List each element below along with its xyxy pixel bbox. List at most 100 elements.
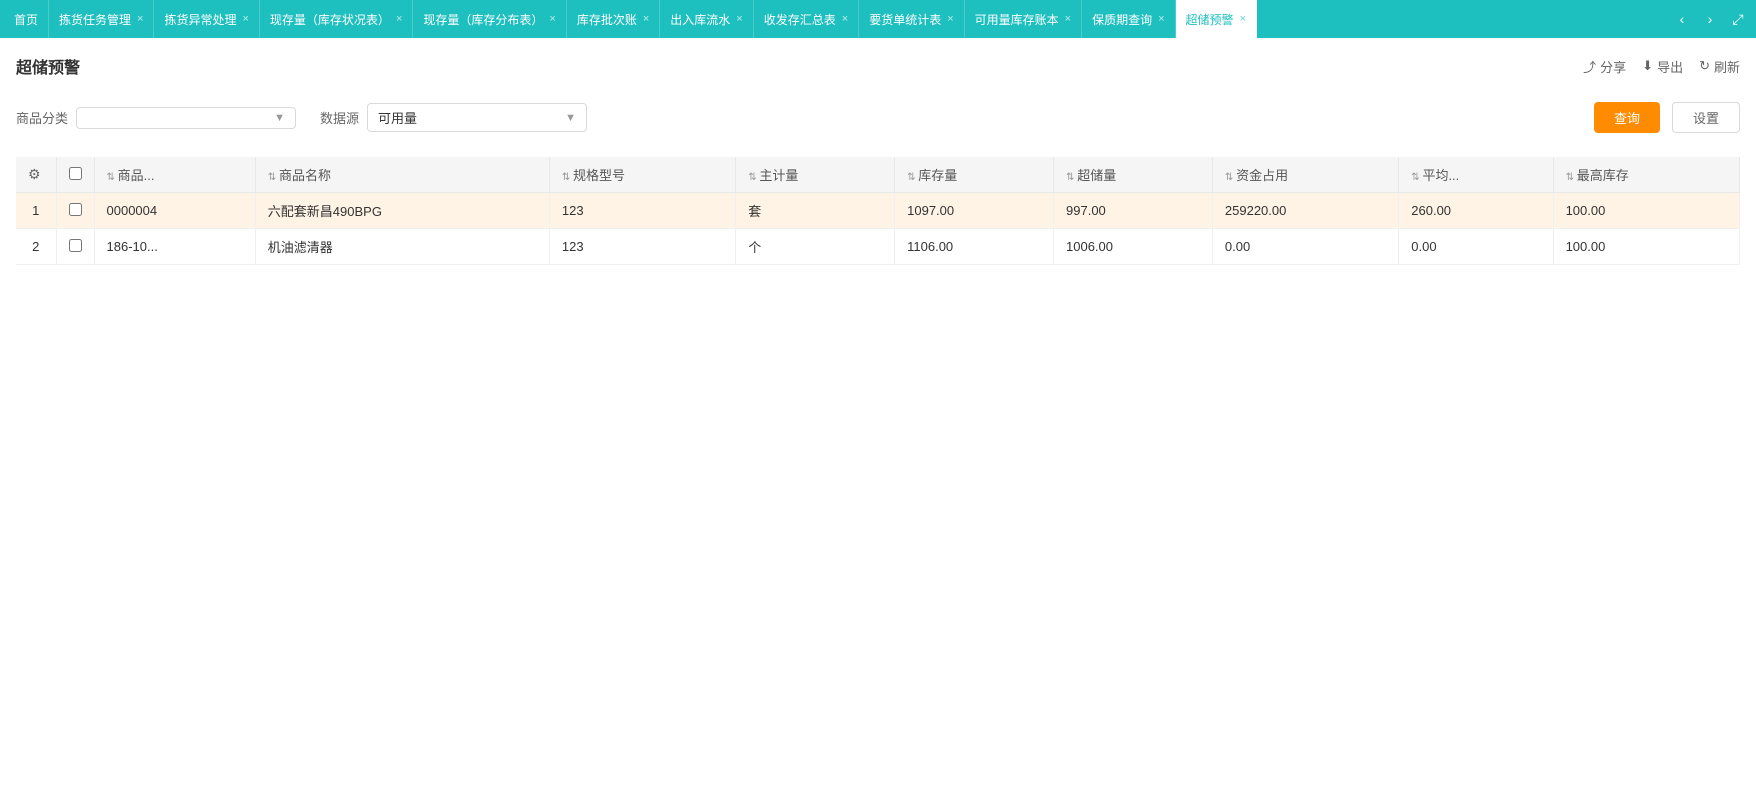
row-unit: 套 <box>736 193 895 229</box>
close-icon[interactable]: × <box>1065 13 1071 25</box>
close-icon[interactable]: × <box>947 13 953 25</box>
nav-tab-overstock[interactable]: 超储预警 × <box>1176 0 1257 38</box>
query-button[interactable]: 查询 <box>1594 102 1660 133</box>
header-actions: ⤴ 分享 ⬇ 导出 ↻ 刷新 <box>1583 57 1740 76</box>
column-product-name[interactable]: ⇅ 商品名称 <box>255 157 549 193</box>
nav-prev-button[interactable]: ‹ <box>1668 0 1696 38</box>
row-product-name: 机油滤清器 <box>255 229 549 265</box>
nav-tab-stock-batch[interactable]: 库存批次账 × <box>567 0 660 38</box>
nav-expand-button[interactable]: ⤢ <box>1724 0 1752 38</box>
row-checkbox[interactable] <box>69 239 82 252</box>
row-unit: 个 <box>736 229 895 265</box>
category-select[interactable]: ▼ <box>76 107 296 129</box>
row-avg: 0.00 <box>1399 229 1553 265</box>
page-header: 超储预警 ⤴ 分享 ⬇ 导出 ↻ 刷新 <box>16 54 1740 78</box>
row-product-name: 六配套新昌490BPG <box>255 193 549 229</box>
column-spec[interactable]: ⇅ 规格型号 <box>549 157 735 193</box>
nav-tab-summary[interactable]: 收发存汇总表 × <box>754 0 859 38</box>
share-button[interactable]: ⤴ 分享 <box>1583 57 1626 76</box>
nav-tab-stock-status[interactable]: 现存量（库存状况表） × <box>260 0 413 38</box>
table-row: 1 0000004 六配套新昌490BPG 123 套 1097.00 997.… <box>16 193 1740 229</box>
row-spec: 123 <box>549 229 735 265</box>
row-capital: 259220.00 <box>1212 193 1398 229</box>
close-icon[interactable]: × <box>137 13 143 25</box>
row-spec: 123 <box>549 193 735 229</box>
column-product-code[interactable]: ⇅ 商品... <box>94 157 255 193</box>
row-overstock: 997.00 <box>1054 193 1213 229</box>
row-checkbox[interactable] <box>69 203 82 216</box>
row-product-code: 0000004 <box>94 193 255 229</box>
sort-icon: ⇅ <box>907 172 918 183</box>
nav-tab-expiry[interactable]: 保质期查询 × <box>1082 0 1175 38</box>
datasource-label: 数据源 <box>320 108 359 127</box>
chevron-down-icon: ▼ <box>274 112 285 124</box>
close-icon[interactable]: × <box>842 13 848 25</box>
filter-actions: 查询 设置 <box>1594 102 1740 133</box>
column-max-stock[interactable]: ⇅ 最高库存 <box>1553 157 1739 193</box>
table-row: 2 186-10... 机油滤清器 123 个 1106.00 1006.00 … <box>16 229 1740 265</box>
column-overstock[interactable]: ⇅ 超储量 <box>1054 157 1213 193</box>
column-unit[interactable]: ⇅ 主计量 <box>736 157 895 193</box>
row-checkbox-cell <box>56 229 94 265</box>
nav-tab-order-stats[interactable]: 要货单统计表 × <box>859 0 964 38</box>
column-settings: ⚙ <box>16 157 56 193</box>
datasource-value: 可用量 <box>378 108 417 127</box>
sort-icon: ⇅ <box>1225 172 1236 183</box>
row-avg: 260.00 <box>1399 193 1553 229</box>
nav-arrows: ‹ › ⤢ <box>1668 0 1752 38</box>
page-content: 超储预警 ⤴ 分享 ⬇ 导出 ↻ 刷新 商品分类 ▼ 数据源 <box>0 38 1756 281</box>
close-icon[interactable]: × <box>549 13 555 25</box>
nav-tab-flow[interactable]: 出入库流水 × <box>660 0 753 38</box>
category-label: 商品分类 <box>16 108 68 127</box>
select-all-checkbox[interactable] <box>69 167 82 180</box>
column-avg[interactable]: ⇅ 平均... <box>1399 157 1553 193</box>
column-settings-button[interactable]: ⚙ <box>28 166 41 183</box>
sort-icon: ⇅ <box>1411 172 1422 183</box>
close-icon[interactable]: × <box>643 13 649 25</box>
sort-icon: ⇅ <box>268 172 279 183</box>
nav-tab-stock-dist[interactable]: 现存量（库存分布表） × <box>413 0 566 38</box>
row-stock: 1106.00 <box>895 229 1054 265</box>
row-number: 1 <box>16 193 56 229</box>
row-overstock: 1006.00 <box>1054 229 1213 265</box>
sort-icon: ⇅ <box>1566 172 1577 183</box>
chevron-down-icon: ▼ <box>565 112 576 124</box>
close-icon[interactable]: × <box>396 13 402 25</box>
row-product-code: 186-10... <box>94 229 255 265</box>
row-max-stock: 100.00 <box>1553 193 1739 229</box>
export-button[interactable]: ⬇ 导出 <box>1642 57 1683 76</box>
nav-tab-available-stock[interactable]: 可用量库存账本 × <box>965 0 1082 38</box>
row-max-stock: 100.00 <box>1553 229 1739 265</box>
nav-tab-pick-exception[interactable]: 拣货异常处理 × <box>154 0 259 38</box>
filter-row: 商品分类 ▼ 数据源 可用量 ▼ 查询 设置 <box>16 94 1740 141</box>
settings-button[interactable]: 设置 <box>1672 102 1740 133</box>
share-icon: ⤴ <box>1583 57 1596 76</box>
column-capital[interactable]: ⇅ 资金占用 <box>1212 157 1398 193</box>
table-header-row: ⚙ ⇅ 商品... ⇅ 商品名称 ⇅ 规格型号 ⇅ <box>16 157 1740 193</box>
row-capital: 0.00 <box>1212 229 1398 265</box>
column-stock[interactable]: ⇅ 库存量 <box>895 157 1054 193</box>
sort-icon: ⇅ <box>748 172 759 183</box>
close-icon[interactable]: × <box>1158 13 1164 25</box>
column-checkbox <box>56 157 94 193</box>
sort-icon: ⇅ <box>562 172 573 183</box>
nav-next-button[interactable]: › <box>1696 0 1724 38</box>
close-icon[interactable]: × <box>1240 13 1246 25</box>
export-icon: ⬇ <box>1642 58 1653 74</box>
nav-tab-home[interactable]: 首页 <box>4 0 49 38</box>
nav-tab-pick-task[interactable]: 拣货任务管理 × <box>49 0 154 38</box>
category-filter: 商品分类 ▼ <box>16 107 296 129</box>
datasource-select[interactable]: 可用量 ▼ <box>367 103 587 132</box>
datasource-filter: 数据源 可用量 ▼ <box>320 103 587 132</box>
row-stock: 1097.00 <box>895 193 1054 229</box>
refresh-icon: ↻ <box>1699 58 1710 74</box>
top-nav: 首页 拣货任务管理 × 拣货异常处理 × 现存量（库存状况表） × 现存量（库存… <box>0 0 1756 38</box>
close-icon[interactable]: × <box>736 13 742 25</box>
refresh-button[interactable]: ↻ 刷新 <box>1699 57 1740 76</box>
row-number: 2 <box>16 229 56 265</box>
sort-icon: ⇅ <box>1066 172 1077 183</box>
row-checkbox-cell <box>56 193 94 229</box>
page-title: 超储预警 <box>16 54 80 78</box>
close-icon[interactable]: × <box>242 13 248 25</box>
data-table: ⚙ ⇅ 商品... ⇅ 商品名称 ⇅ 规格型号 ⇅ <box>16 157 1740 265</box>
